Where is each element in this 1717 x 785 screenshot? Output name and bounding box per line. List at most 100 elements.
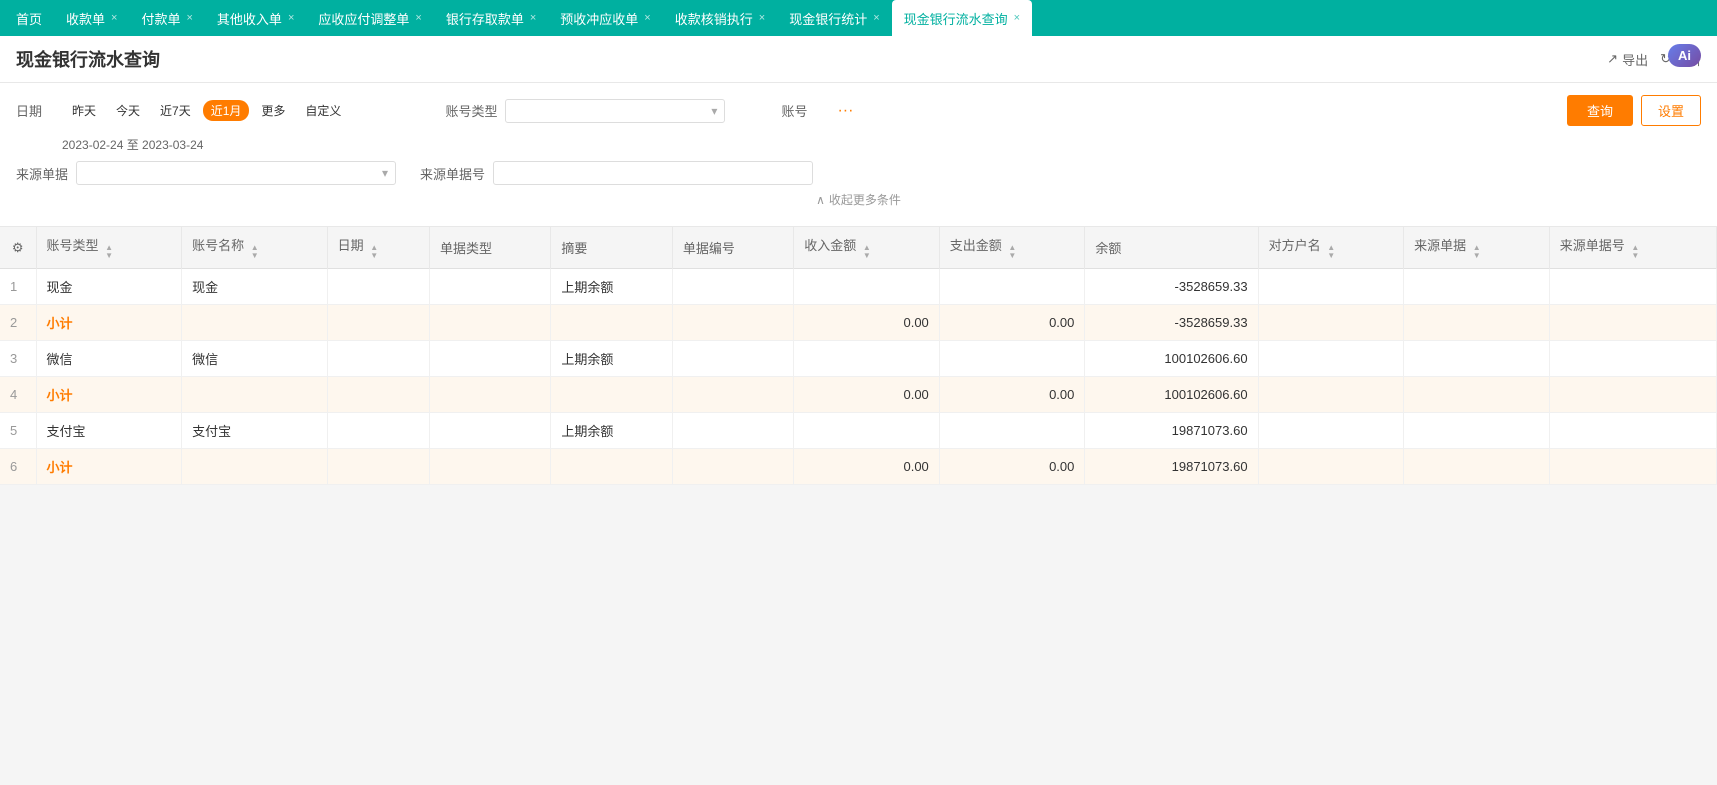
table-cell	[182, 449, 328, 485]
table-cell	[672, 449, 793, 485]
close-icon[interactable]: ×	[415, 12, 421, 24]
th-account-name[interactable]: 账号名称 ▲▼	[182, 227, 328, 269]
th-source-doc[interactable]: 来源单据 ▲▼	[1404, 227, 1550, 269]
date-opt-yesterday[interactable]: 昨天	[64, 100, 104, 121]
table-cell	[1258, 377, 1404, 413]
table-cell	[1549, 341, 1716, 377]
data-table: ⚙ 账号类型 ▲▼ 账号名称 ▲▼ 日期 ▲▼ 单据类型 摘要 单据编号 收入金…	[0, 227, 1717, 485]
page-title: 现金银行流水查询	[16, 46, 160, 72]
table-cell: 100102606.60	[1085, 341, 1258, 377]
table-cell	[1404, 377, 1550, 413]
table-cell	[1549, 305, 1716, 341]
table-cell	[672, 341, 793, 377]
table-row: 3微信微信上期余额100102606.60	[0, 341, 1717, 377]
table-cell: 0.00	[939, 305, 1085, 341]
th-account-type[interactable]: 账号类型 ▲▼	[36, 227, 182, 269]
account-label: 账号	[781, 101, 821, 120]
close-icon[interactable]: ×	[530, 12, 536, 24]
table-row: 1现金现金上期余额-3528659.33	[0, 269, 1717, 305]
table-body: 1现金现金上期余额-3528659.332小计0.000.00-3528659.…	[0, 269, 1717, 485]
table-cell	[1549, 413, 1716, 449]
source-doc-no-input[interactable]	[493, 161, 813, 185]
table-cell	[1404, 413, 1550, 449]
close-icon[interactable]: ×	[288, 12, 294, 24]
table-cell	[551, 305, 672, 341]
close-icon[interactable]: ×	[644, 12, 650, 24]
nav-shoukuan[interactable]: 收款单 ×	[54, 0, 129, 36]
account-type-select[interactable]	[505, 99, 725, 123]
th-gear[interactable]: ⚙	[0, 227, 36, 269]
table-row: 5支付宝支付宝上期余额19871073.60	[0, 413, 1717, 449]
table-cell	[672, 305, 793, 341]
close-icon[interactable]: ×	[873, 12, 879, 24]
export-button[interactable]: ↗ 导出	[1607, 50, 1648, 69]
nav-verification[interactable]: 收款核销执行 ×	[663, 0, 777, 36]
th-expense[interactable]: 支出金额 ▲▼	[939, 227, 1085, 269]
table-cell	[939, 413, 1085, 449]
table-cell: 19871073.60	[1085, 413, 1258, 449]
nav-stats[interactable]: 现金银行统计 ×	[777, 0, 891, 36]
nav-other-income[interactable]: 其他收入单 ×	[205, 0, 306, 36]
th-date[interactable]: 日期 ▲▼	[327, 227, 429, 269]
th-income[interactable]: 收入金额 ▲▼	[794, 227, 940, 269]
table-cell: 现金	[36, 269, 182, 305]
query-button[interactable]: 查询	[1567, 95, 1633, 126]
close-icon[interactable]: ×	[111, 12, 117, 24]
table-cell: 上期余额	[551, 269, 672, 305]
collapse-up-icon: ∧	[816, 193, 825, 207]
ai-badge[interactable]: Ai	[1668, 44, 1701, 67]
table-cell	[182, 305, 328, 341]
table-row: 6小计0.000.0019871073.60	[0, 449, 1717, 485]
table-cell: -3528659.33	[1085, 305, 1258, 341]
th-balance: 余额	[1085, 227, 1258, 269]
table-cell	[672, 413, 793, 449]
filter-area: 日期 昨天 今天 近7天 近1月 更多 自定义 账号类型 ▾ 账号 ···	[0, 83, 1717, 227]
table-cell	[672, 377, 793, 413]
table-cell: 1	[0, 269, 36, 305]
date-opt-7days[interactable]: 近7天	[152, 100, 199, 121]
table-cell	[1404, 269, 1550, 305]
nav-fukuan[interactable]: 付款单 ×	[129, 0, 204, 36]
nav-bank-deposit[interactable]: 银行存取款单 ×	[434, 0, 548, 36]
table-cell	[794, 269, 940, 305]
table-row: 4小计0.000.00100102606.60	[0, 377, 1717, 413]
date-opt-custom[interactable]: 自定义	[297, 100, 349, 121]
date-label: 日期	[16, 101, 56, 120]
table-header: ⚙ 账号类型 ▲▼ 账号名称 ▲▼ 日期 ▲▼ 单据类型 摘要 单据编号 收入金…	[0, 227, 1717, 269]
table-cell	[327, 341, 429, 377]
table-cell: 0.00	[794, 305, 940, 341]
th-doc-no: 单据编号	[672, 227, 793, 269]
table-cell	[1549, 449, 1716, 485]
th-counterpart[interactable]: 对方户名 ▲▼	[1258, 227, 1404, 269]
date-range-text: 2023-02-24 至 2023-03-24	[62, 138, 203, 152]
table-cell	[430, 377, 551, 413]
table-cell: 小计	[36, 449, 182, 485]
close-icon[interactable]: ×	[186, 12, 192, 24]
collapse-bar[interactable]: ∧ 收起更多条件	[16, 185, 1701, 214]
date-opt-more[interactable]: 更多	[253, 100, 293, 121]
date-opt-today[interactable]: 今天	[108, 100, 148, 121]
close-icon[interactable]: ×	[759, 12, 765, 24]
settings-button[interactable]: 设置	[1641, 95, 1701, 126]
table-cell	[672, 269, 793, 305]
table-cell	[327, 377, 429, 413]
date-options: 昨天 今天 近7天 近1月 更多 自定义	[64, 100, 349, 121]
table-cell: -3528659.33	[1085, 269, 1258, 305]
table-cell: 微信	[36, 341, 182, 377]
nav-home[interactable]: 首页	[4, 0, 54, 36]
nav-adjustment[interactable]: 应收应付调整单 ×	[306, 0, 433, 36]
more-dots-icon[interactable]: ···	[837, 102, 853, 120]
table-cell: 19871073.60	[1085, 449, 1258, 485]
table-cell	[794, 413, 940, 449]
nav-cashflow[interactable]: 现金银行流水查询 ×	[892, 0, 1032, 36]
date-opt-1month[interactable]: 近1月	[203, 100, 250, 121]
close-icon[interactable]: ×	[1014, 12, 1020, 24]
source-doc-select[interactable]	[76, 161, 396, 185]
source-doc-no-label: 来源单据号	[420, 164, 485, 183]
table-cell: 0.00	[794, 377, 940, 413]
account-type-select-wrapper: ▾	[505, 99, 725, 123]
table-cell	[182, 377, 328, 413]
nav-prepay[interactable]: 预收冲应收单 ×	[548, 0, 662, 36]
source-doc-label: 来源单据	[16, 164, 68, 183]
th-source-doc-no[interactable]: 来源单据号 ▲▼	[1549, 227, 1716, 269]
